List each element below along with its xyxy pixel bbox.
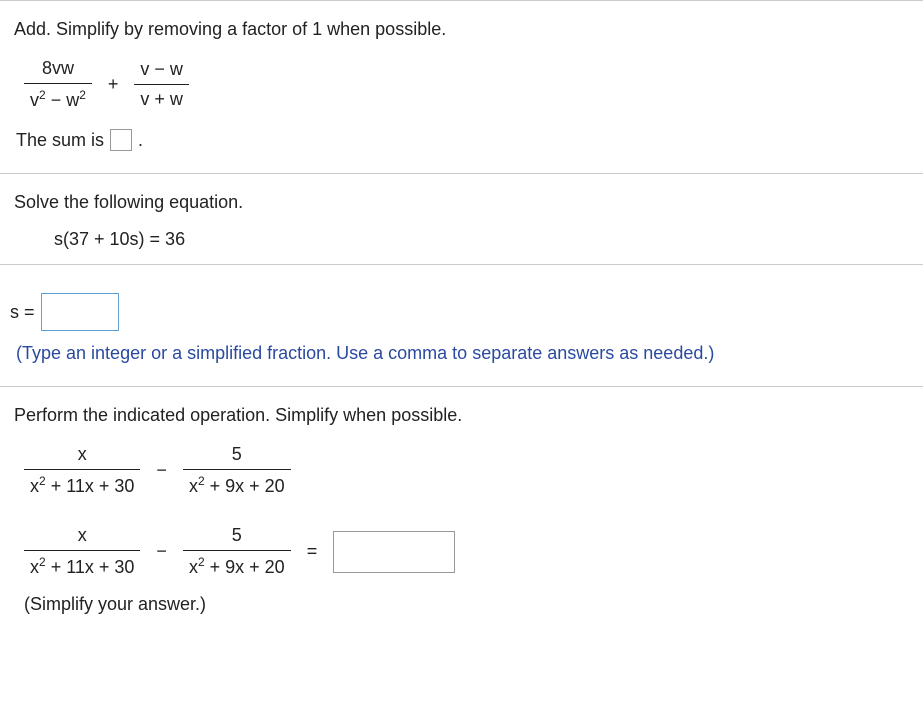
q1-frac1-den: v2 − w2 [24,83,92,113]
question-3: Perform the indicated operation. Simplif… [0,386,923,629]
q3-fracA-num: x [72,442,93,469]
q3-fracA-den-exp: 2 [39,474,46,488]
q3-answer-input[interactable] [333,531,455,573]
q1-frac1-den-w: w [66,90,79,110]
q1-frac1-den-v-exp: 2 [39,88,46,102]
q2-answer-row: s = [10,293,909,331]
q1-frac1-den-w-exp: 2 [79,88,86,102]
q2-answer-input[interactable] [41,293,119,331]
q3-fracB-den-rest: + 9x + 20 [205,476,285,496]
q3-equals: = [303,541,322,562]
q2-hint: (Type an integer or a simplified fractio… [16,343,907,364]
q2-equation: s(37 + 10s) = 36 [54,229,909,250]
q3-fracA2-den-exp: 2 [39,555,46,569]
q1-answer-input[interactable] [110,129,132,151]
q3-fracB2-den-exp: 2 [198,555,205,569]
q1-fraction-2: v − w v + w [134,57,189,112]
q3-fracA: x x2 + 11x + 30 [24,442,140,499]
q3-fracB-num: 5 [226,442,248,469]
q3-fracA-den-x: x [30,476,39,496]
q3-fracB2-den: x2 + 9x + 20 [183,550,291,580]
q3-fracB2-den-rest: + 9x + 20 [205,557,285,577]
q1-plus: + [104,74,123,95]
q3-prompt: Perform the indicated operation. Simplif… [14,405,909,426]
q3-minus-2: − [152,541,171,562]
question-1: Add. Simplify by removing a factor of 1 … [0,0,923,173]
q3-fracA-2: x x2 + 11x + 30 [24,523,140,580]
q1-frac2-den: v + w [134,84,189,112]
q3-fracB-den-exp: 2 [198,474,205,488]
q2-var-label: s = [10,302,35,323]
q1-answer-row: The sum is . [16,129,909,151]
q3-fracA2-den: x2 + 11x + 30 [24,550,140,580]
q3-minus-1: − [152,460,171,481]
q3-fracA2-den-x: x [30,557,39,577]
q1-expression: 8vw v2 − w2 + v − w v + w [24,56,909,113]
q3-fracB-2: 5 x2 + 9x + 20 [183,523,291,580]
q3-fracB: 5 x2 + 9x + 20 [183,442,291,499]
q2-prompt: Solve the following equation. [14,192,909,213]
q3-fracA2-num: x [72,523,93,550]
q3-fracA-den: x2 + 11x + 30 [24,469,140,499]
q1-frac1-num: 8vw [36,56,80,83]
q1-prompt: Add. Simplify by removing a factor of 1 … [14,19,909,40]
q3-expression-2: x x2 + 11x + 30 − 5 x2 + 9x + 20 = [24,523,909,580]
q1-frac1-den-v: v [30,90,39,110]
q1-frac2-num: v − w [134,57,189,84]
q3-fracA-den-rest: + 11x + 30 [46,476,135,496]
q3-fracB2-den-x: x [189,557,198,577]
q3-fracB-den: x2 + 9x + 20 [183,469,291,499]
q1-fraction-1: 8vw v2 − w2 [24,56,92,113]
q3-expression-1: x x2 + 11x + 30 − 5 x2 + 9x + 20 [24,442,909,499]
q3-fracA2-den-rest: + 11x + 30 [46,557,135,577]
q3-fracB-den-x: x [189,476,198,496]
q3-fracB2-num: 5 [226,523,248,550]
q3-note: (Simplify your answer.) [24,594,909,615]
q1-answer-suffix: . [138,130,143,151]
q1-answer-prefix: The sum is [16,130,104,151]
question-2: Solve the following equation. s(37 + 10s… [0,173,923,386]
